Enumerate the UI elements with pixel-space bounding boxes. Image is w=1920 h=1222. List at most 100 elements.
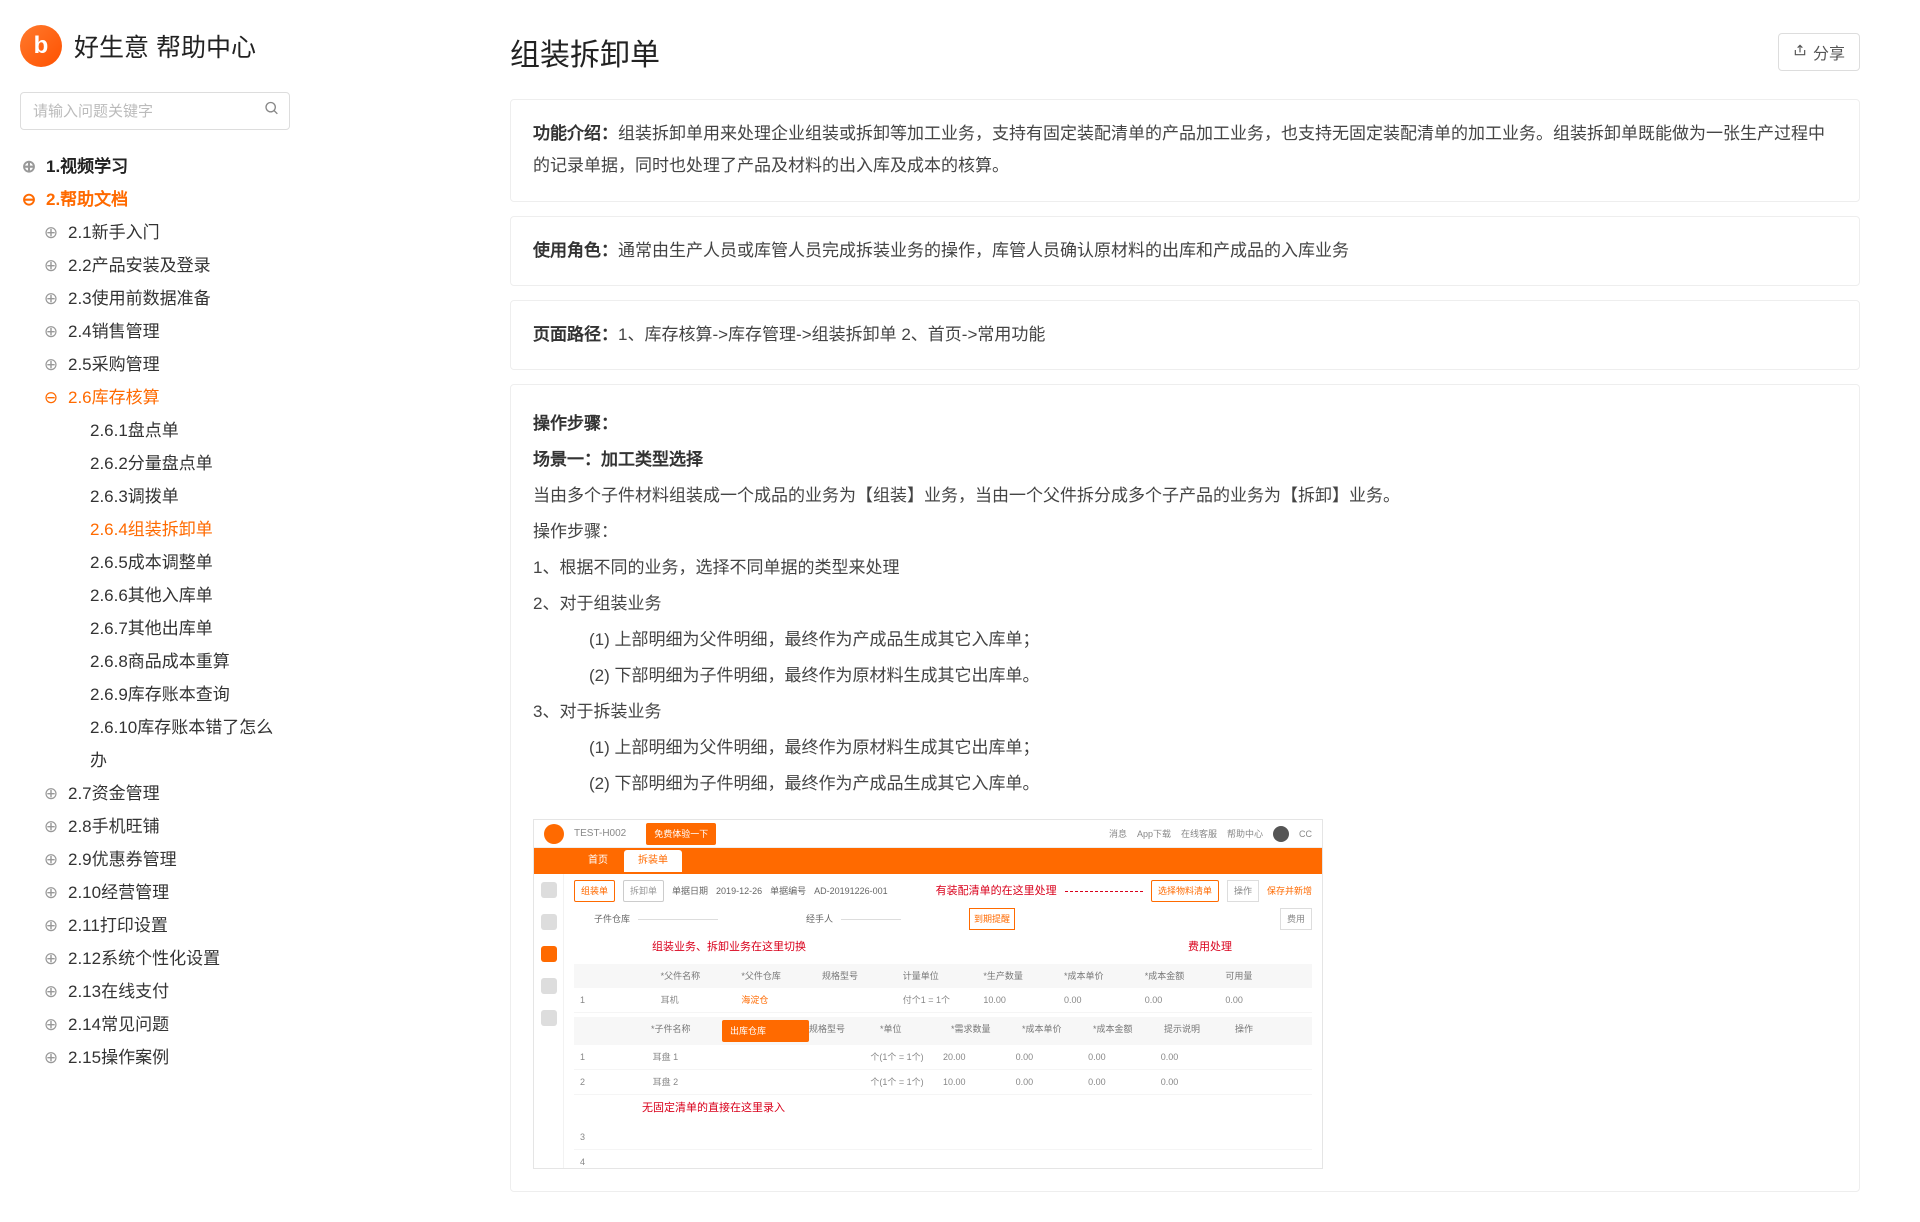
step3a: (1) 上部明细为父件明细，最终作为原材料生成其它出库单； [533,731,1837,765]
top-item: CC [1299,825,1312,843]
main: 组装拆卸单 分享 功能介绍：组装拆卸单用来处理企业组装或拆卸等加工业务，支持有固… [310,0,1920,1222]
table-parent-row: 1耳机海淀仓付个1 = 1个10.000.000.000.00 [574,988,1312,1013]
person-label: 经手人 [806,910,833,928]
embedded-screenshot: TEST-H002 免费体验一下 消息 App下载 在线客服 帮助中心 CC 首… [533,819,1323,1169]
nav-2-6-3[interactable]: 2.6.3调拨单 [20,480,290,513]
nav-sec2[interactable]: ⊖2.帮助文档 [20,183,290,216]
role-card: 使用角色：通常由生产人员或库管人员完成拆装业务的操作，库管人员确认原材料的出库和… [510,216,1860,286]
minus-icon: ⊖ [42,381,60,414]
nav-2-6-10[interactable]: 2.6.10库存账本错了怎么办 [20,711,290,777]
search-icon[interactable] [264,101,280,122]
nav-2-14[interactable]: ⊕2.14常见问题 [20,1008,290,1041]
plus-icon: ⊕ [42,282,60,315]
plus-icon: ⊕ [20,150,38,183]
share-icon [1793,43,1807,62]
nav-2-4[interactable]: ⊕2.4销售管理 [20,315,290,348]
plus-icon: ⊕ [42,942,60,975]
table-child-row: 3 [574,1125,1312,1150]
nav-2-7[interactable]: ⊕2.7资金管理 [20,777,290,810]
plus-icon: ⊕ [42,1041,60,1074]
nav-2-15[interactable]: ⊕2.15操作案例 [20,1041,290,1074]
intro-text: 组装拆卸单用来处理企业组装或拆卸等加工业务，支持有固定装配清单的产品加工业务，也… [533,124,1825,175]
search-input[interactable] [20,92,290,130]
plus-icon: ⊕ [42,876,60,909]
top-item: 消息 [1109,825,1127,843]
btn-audit: 操作 [1227,880,1259,902]
anno2: 组装业务、拆卸业务在这里切换 [652,936,806,958]
step3b: (2) 下部明细为子件明细，最终作为产成品生成其它入库单。 [533,767,1837,801]
screenshot-tabs: 首页 拆装单 [534,848,1322,874]
screenshot-body: 组装单 拆卸单 单据日期 2019-12-26 单据编号 AD-20191226… [564,874,1322,1168]
badge-cx: 拆卸单 [623,880,664,902]
plus-icon: ⊕ [42,777,60,810]
btn-fee: 费用 [1280,908,1312,930]
step2b: (2) 下部明细为子件明细，最终作为原材料生成其它出库单。 [533,659,1837,693]
content-block: 操作步骤： 场景一：加工类型选择 当由多个子件材料组装成一个成品的业务为【组装】… [510,384,1860,1192]
anno1: 有装配清单的在这里处理 [936,880,1057,902]
lb-icon [541,946,557,962]
nav-2-6-2[interactable]: 2.6.2分量盘点单 [20,447,290,480]
nav-2-2[interactable]: ⊕2.2产品安装及登录 [20,249,290,282]
nav-2-6-9[interactable]: 2.6.9库存账本查询 [20,678,290,711]
plus-icon: ⊕ [42,810,60,843]
table-child-row: 4 [574,1150,1312,1169]
table-child-row: 1耳盘 1个(1个 = 1个)20.000.000.000.00 [574,1045,1312,1070]
screenshot-tab-doc: 拆装单 [624,850,682,872]
screenshot-top-right: 消息 App下载 在线客服 帮助中心 CC [1109,825,1312,843]
steps-label: 操作步骤： [533,407,1837,441]
nav-2-5[interactable]: ⊕2.5采购管理 [20,348,290,381]
screenshot-leftbar [534,874,564,1168]
nav-2-6-8[interactable]: 2.6.8商品成本重算 [20,645,290,678]
share-button[interactable]: 分享 [1778,33,1860,71]
nav-2-6-5[interactable]: 2.6.5成本调整单 [20,546,290,579]
step2a: (1) 上部明细为父件明细，最终作为产成品生成其它入库单； [533,623,1837,657]
nav-2-3[interactable]: ⊕2.3使用前数据准备 [20,282,290,315]
nav-2-10[interactable]: ⊕2.10经营管理 [20,876,290,909]
nav-2-11[interactable]: ⊕2.11打印设置 [20,909,290,942]
nav: ⊕1.视频学习 ⊖2.帮助文档 ⊕2.1新手入门 ⊕2.2产品安装及登录 ⊕2.… [20,150,290,1074]
plus-icon: ⊕ [42,249,60,282]
plus-icon: ⊕ [42,348,60,381]
nav-2-12[interactable]: ⊕2.12系统个性化设置 [20,942,290,975]
nav-2-1[interactable]: ⊕2.1新手入门 [20,216,290,249]
intro-label: 功能介绍： [533,124,618,143]
anno3: 费用处理 [1188,936,1232,958]
nav-2-6-4[interactable]: 2.6.4组装拆卸单 [20,513,290,546]
nav-2-8[interactable]: ⊕2.8手机旺铺 [20,810,290,843]
role-label: 使用角色： [533,241,618,260]
top-item: 在线客服 [1181,825,1217,843]
logo-icon: b [20,25,62,67]
date-label: 单据日期 [672,882,708,900]
steps-title: 操作步骤： [533,515,1837,549]
screenshot-topbar: TEST-H002 免费体验一下 消息 App下载 在线客服 帮助中心 CC [534,820,1322,848]
code-val: AD-20191226-001 [814,882,888,900]
share-label: 分享 [1813,40,1845,64]
top-item: App下载 [1137,825,1171,843]
input1-label: 子件仓库 [594,910,630,928]
sidebar: b 好生意 帮助中心 ⊕1.视频学习 ⊖2.帮助文档 ⊕2.1新手入门 ⊕2.2… [0,0,310,1222]
search-box [20,92,290,130]
nav-2-6[interactable]: ⊖2.6库存核算 [20,381,290,414]
step1: 1、根据不同的业务，选择不同单据的类型来处理 [533,551,1837,585]
anno4: 无固定清单的直接在这里录入 [642,1097,785,1119]
screenshot-meta: TEST-H002 [574,824,626,844]
nav-sec1[interactable]: ⊕1.视频学习 [20,150,290,183]
path-text: 1、库存核算->库存管理->组装拆卸单 2、首页->常用功能 [618,325,1045,344]
nav-2-13[interactable]: ⊕2.13在线支付 [20,975,290,1008]
nav-2-6-1[interactable]: 2.6.1盘点单 [20,414,290,447]
nav-2-6-6[interactable]: 2.6.6其他入库单 [20,579,290,612]
top-item: 帮助中心 [1227,825,1263,843]
logo: b 好生意 帮助中心 [20,25,290,67]
date-val: 2019-12-26 [716,882,762,900]
nav-2-6-7[interactable]: 2.6.7其他出库单 [20,612,290,645]
minus-icon: ⊖ [20,183,38,216]
lb-icon [541,1010,557,1026]
plus-icon: ⊕ [42,909,60,942]
nav-2-9[interactable]: ⊕2.9优惠券管理 [20,843,290,876]
path-label: 页面路径： [533,325,618,344]
role-text: 通常由生产人员或库管人员完成拆装业务的操作，库管人员确认原材料的出库和产成品的入… [618,241,1349,260]
table-child-head: *子件名称出库仓库规格型号*单位*需求数量*成本单价*成本金额提示说明操作 [574,1017,1312,1045]
page-title: 组装拆卸单 [510,30,660,74]
screenshot-trial-button: 免费体验一下 [646,823,716,845]
lb-icon [541,978,557,994]
